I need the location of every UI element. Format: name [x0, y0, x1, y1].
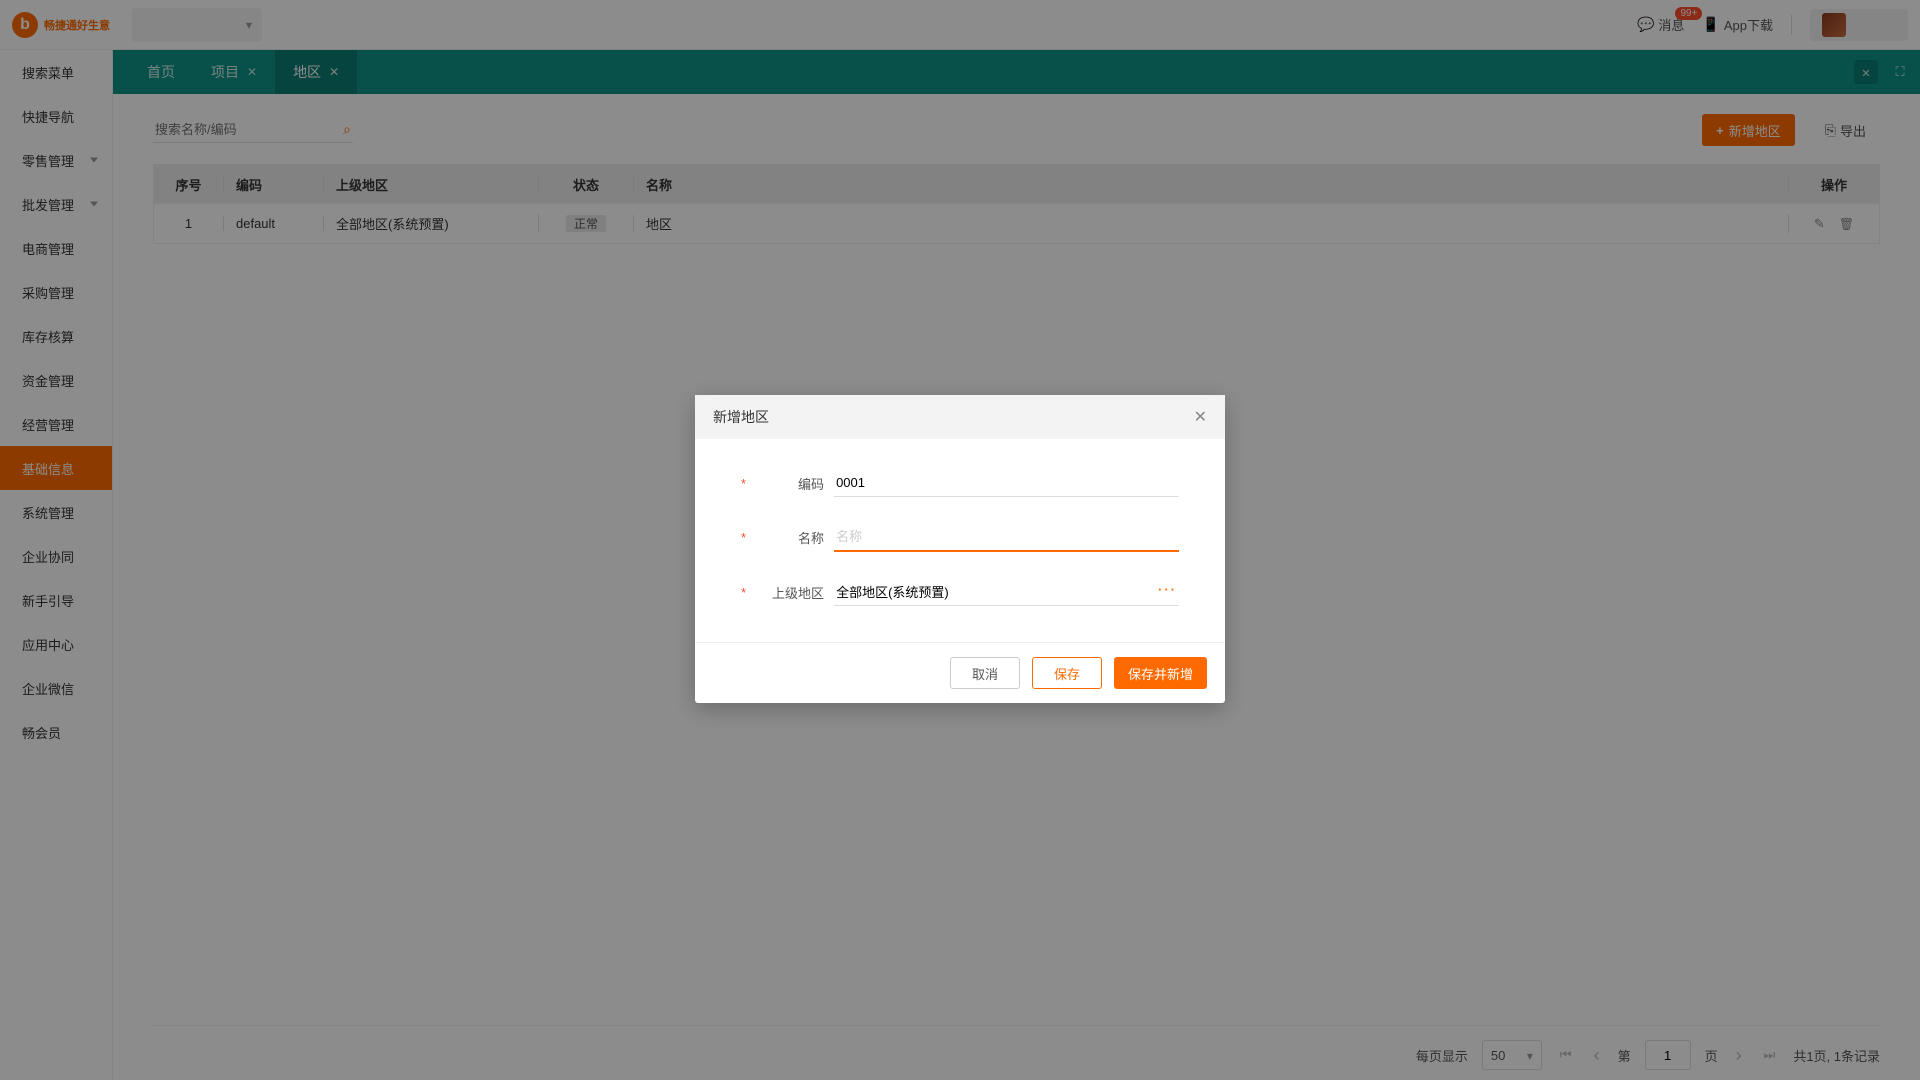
modal-close-button[interactable]: ✕: [1194, 407, 1207, 427]
code-input[interactable]: [834, 469, 1179, 497]
required-mark: *: [741, 585, 746, 600]
parent-picker-button[interactable]: ···: [1158, 582, 1177, 597]
parent-input[interactable]: [834, 578, 1179, 606]
name-label: 名称: [752, 528, 824, 547]
code-label: 编码: [752, 474, 824, 493]
add-region-modal: 新增地区 ✕ * 编码 * 名称 * 上级地区: [695, 395, 1225, 703]
save-and-new-button[interactable]: 保存并新增: [1114, 657, 1207, 689]
save-button[interactable]: 保存: [1032, 657, 1102, 689]
modal-footer: 取消 保存 保存并新增: [695, 642, 1225, 703]
form-row-code: * 编码: [741, 469, 1179, 497]
form-row-name: * 名称: [741, 523, 1179, 552]
required-mark: *: [741, 530, 746, 545]
modal-header: 新增地区 ✕: [695, 395, 1225, 439]
parent-label: 上级地区: [752, 583, 824, 602]
modal-title: 新增地区: [713, 407, 769, 427]
required-mark: *: [741, 476, 746, 491]
modal-overlay[interactable]: 新增地区 ✕ * 编码 * 名称 * 上级地区: [0, 0, 1920, 1080]
form-row-parent: * 上级地区 ···: [741, 578, 1179, 606]
cancel-button[interactable]: 取消: [950, 657, 1020, 689]
name-input[interactable]: [834, 523, 1179, 552]
